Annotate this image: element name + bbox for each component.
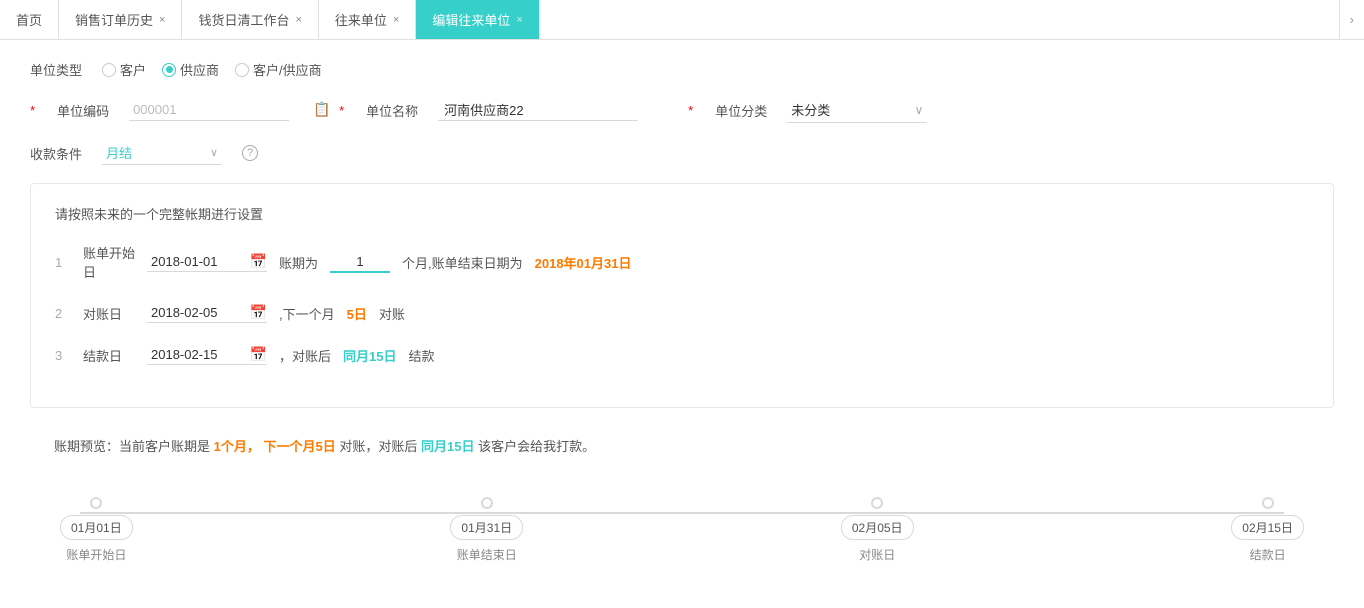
required-code: * bbox=[30, 103, 35, 118]
close-sales-tab[interactable]: × bbox=[159, 14, 165, 26]
node-dot-1 bbox=[90, 497, 102, 509]
node-badge-3: 02月05日 bbox=[841, 515, 914, 540]
document-icon[interactable]: 📋 bbox=[313, 101, 330, 118]
reconcile-date-input[interactable] bbox=[147, 303, 250, 322]
tab-more-arrow[interactable]: › bbox=[1339, 0, 1364, 39]
node-label-3: 对账日 bbox=[859, 546, 895, 563]
billing-num-1: 1 bbox=[55, 255, 71, 270]
preview-bar: 账期预览：当前客户账期是 1个月， 下一个月5日 对账，对账后 同月15日 该客… bbox=[30, 424, 1334, 467]
unit-type-row: 单位类型 客户 供应商 客户/供应商 bbox=[30, 60, 1334, 79]
node-label-4: 结款日 bbox=[1250, 546, 1286, 563]
end-date-highlight: 2018年01月31日 bbox=[535, 253, 632, 272]
unit-category-label: 单位分类 bbox=[715, 101, 767, 120]
billing-row-3: 3 结款日 📅 ，对账后 同月15日 结款 bbox=[55, 345, 1309, 365]
timeline-node-2: 01月31日 账单结束日 bbox=[450, 497, 523, 563]
condition-chevron-icon: ∨ bbox=[210, 146, 218, 159]
billing-title: 请按照未来的一个完整帐期进行设置 bbox=[55, 204, 1309, 223]
preview-end: 该客户会给我打款。 bbox=[478, 439, 595, 454]
payment-day-highlight: 同月15日 bbox=[343, 346, 396, 365]
reconcile-prefix: ,下一个月 bbox=[279, 304, 335, 323]
radio-circle-customer bbox=[102, 63, 116, 77]
node-badge-1: 01月01日 bbox=[60, 515, 133, 540]
tab-partner-units[interactable]: 往来单位 × bbox=[319, 0, 416, 39]
required-category: * bbox=[688, 103, 693, 118]
payment-condition-row: 收款条件 月结 ∨ ? bbox=[30, 141, 1334, 165]
payment-date-field: 📅 bbox=[147, 345, 267, 365]
preview-mid: 对账，对账后 bbox=[339, 439, 417, 454]
page-content: 单位类型 客户 供应商 客户/供应商 * 单位编码 📋 * 单位名称 * bbox=[0, 40, 1364, 608]
tab-home[interactable]: 首页 bbox=[0, 0, 59, 39]
payment-suffix: 结款 bbox=[408, 346, 434, 365]
preview-reconcile-day: 下一个月5日 bbox=[264, 439, 336, 454]
period-prefix: 账期为 bbox=[279, 253, 318, 272]
calendar-icon-2[interactable]: 📅 bbox=[250, 304, 267, 321]
billing-label-3: 结款日 bbox=[83, 346, 135, 365]
preview-label: 账期预览：当前客户账期是 bbox=[54, 439, 210, 454]
billing-num-3: 3 bbox=[55, 348, 71, 363]
period-suffix: 个月,账单结束日期为 bbox=[402, 253, 523, 272]
billing-box: 请按照未来的一个完整帐期进行设置 1 账单开始日 📅 账期为 个月,账单结束日期… bbox=[30, 183, 1334, 408]
radio-circle-supplier bbox=[162, 63, 176, 77]
calendar-icon-1[interactable]: 📅 bbox=[250, 253, 267, 270]
timeline-node-1: 01月01日 账单开始日 bbox=[60, 497, 133, 563]
required-name: * bbox=[339, 103, 344, 118]
close-cash-tab[interactable]: × bbox=[295, 14, 301, 26]
billing-row-1: 1 账单开始日 📅 账期为 个月,账单结束日期为 2018年01月31日 bbox=[55, 243, 1309, 281]
node-label-2: 账单结束日 bbox=[457, 546, 517, 563]
reconcile-date-field: 📅 bbox=[147, 303, 267, 323]
tab-bar: 首页 销售订单历史 × 钱货日清工作台 × 往来单位 × 编辑往来单位 × › bbox=[0, 0, 1364, 40]
tab-edit-partner[interactable]: 编辑往来单位 × bbox=[416, 0, 539, 39]
unit-code-field: 📋 bbox=[129, 99, 289, 121]
start-date-field: 📅 bbox=[147, 252, 267, 272]
radio-both[interactable]: 客户/供应商 bbox=[235, 60, 322, 79]
radio-supplier[interactable]: 供应商 bbox=[162, 60, 219, 79]
billing-num-2: 2 bbox=[55, 306, 71, 321]
unit-type-label: 单位类型 bbox=[30, 60, 82, 79]
help-icon[interactable]: ? bbox=[242, 145, 258, 161]
unit-name-input[interactable] bbox=[438, 99, 638, 121]
reconcile-day-highlight: 5日 bbox=[347, 304, 367, 323]
tab-cash-ledger[interactable]: 钱货日清工作台 × bbox=[182, 0, 318, 39]
node-badge-2: 01月31日 bbox=[450, 515, 523, 540]
node-dot-2 bbox=[481, 497, 493, 509]
category-chevron-icon: ∨ bbox=[914, 103, 923, 117]
close-partner-tab[interactable]: × bbox=[393, 14, 399, 26]
billing-row-2: 2 对账日 📅 ,下一个月 5日 对账 bbox=[55, 303, 1309, 323]
payment-condition-label: 收款条件 bbox=[30, 144, 82, 163]
node-dot-4 bbox=[1262, 497, 1274, 509]
tab-sales-order-history[interactable]: 销售订单历史 × bbox=[59, 0, 182, 39]
unit-code-input[interactable] bbox=[129, 99, 313, 120]
radio-group-unit-type: 客户 供应商 客户/供应商 bbox=[102, 60, 322, 79]
radio-circle-both bbox=[235, 63, 249, 77]
period-input[interactable] bbox=[330, 252, 390, 273]
billing-label-1: 账单开始日 bbox=[83, 243, 135, 281]
unit-category-select[interactable]: 未分类 ∨ bbox=[787, 97, 927, 123]
calendar-icon-3[interactable]: 📅 bbox=[250, 346, 267, 363]
unit-code-label: 单位编码 bbox=[57, 101, 109, 120]
start-date-input[interactable] bbox=[147, 252, 250, 271]
close-edit-tab[interactable]: × bbox=[516, 14, 522, 26]
node-dot-3 bbox=[871, 497, 883, 509]
reconcile-suffix: 对账 bbox=[379, 304, 405, 323]
payment-prefix: ，对账后 bbox=[279, 346, 331, 365]
preview-payment-day: 同月15日 bbox=[421, 439, 474, 454]
node-badge-4: 02月15日 bbox=[1231, 515, 1304, 540]
timeline-node-3: 02月05日 对账日 bbox=[841, 497, 914, 563]
payment-condition-select[interactable]: 月结 ∨ bbox=[102, 141, 222, 165]
unit-info-row: * 单位编码 📋 * 单位名称 * 单位分类 未分类 ∨ bbox=[30, 97, 1334, 123]
payment-date-input[interactable] bbox=[147, 345, 250, 364]
preview-period: 1个月， bbox=[214, 439, 260, 454]
node-label-1: 账单开始日 bbox=[66, 546, 126, 563]
unit-name-label: 单位名称 bbox=[366, 101, 418, 120]
timeline-section: 01月01日 账单开始日 01月31日 账单结束日 02月05日 对账日 02月… bbox=[30, 487, 1334, 579]
timeline-nodes: 01月01日 账单开始日 01月31日 账单结束日 02月05日 对账日 02月… bbox=[60, 497, 1304, 563]
billing-label-2: 对账日 bbox=[83, 304, 135, 323]
radio-customer[interactable]: 客户 bbox=[102, 60, 146, 79]
timeline-node-4: 02月15日 结款日 bbox=[1231, 497, 1304, 563]
